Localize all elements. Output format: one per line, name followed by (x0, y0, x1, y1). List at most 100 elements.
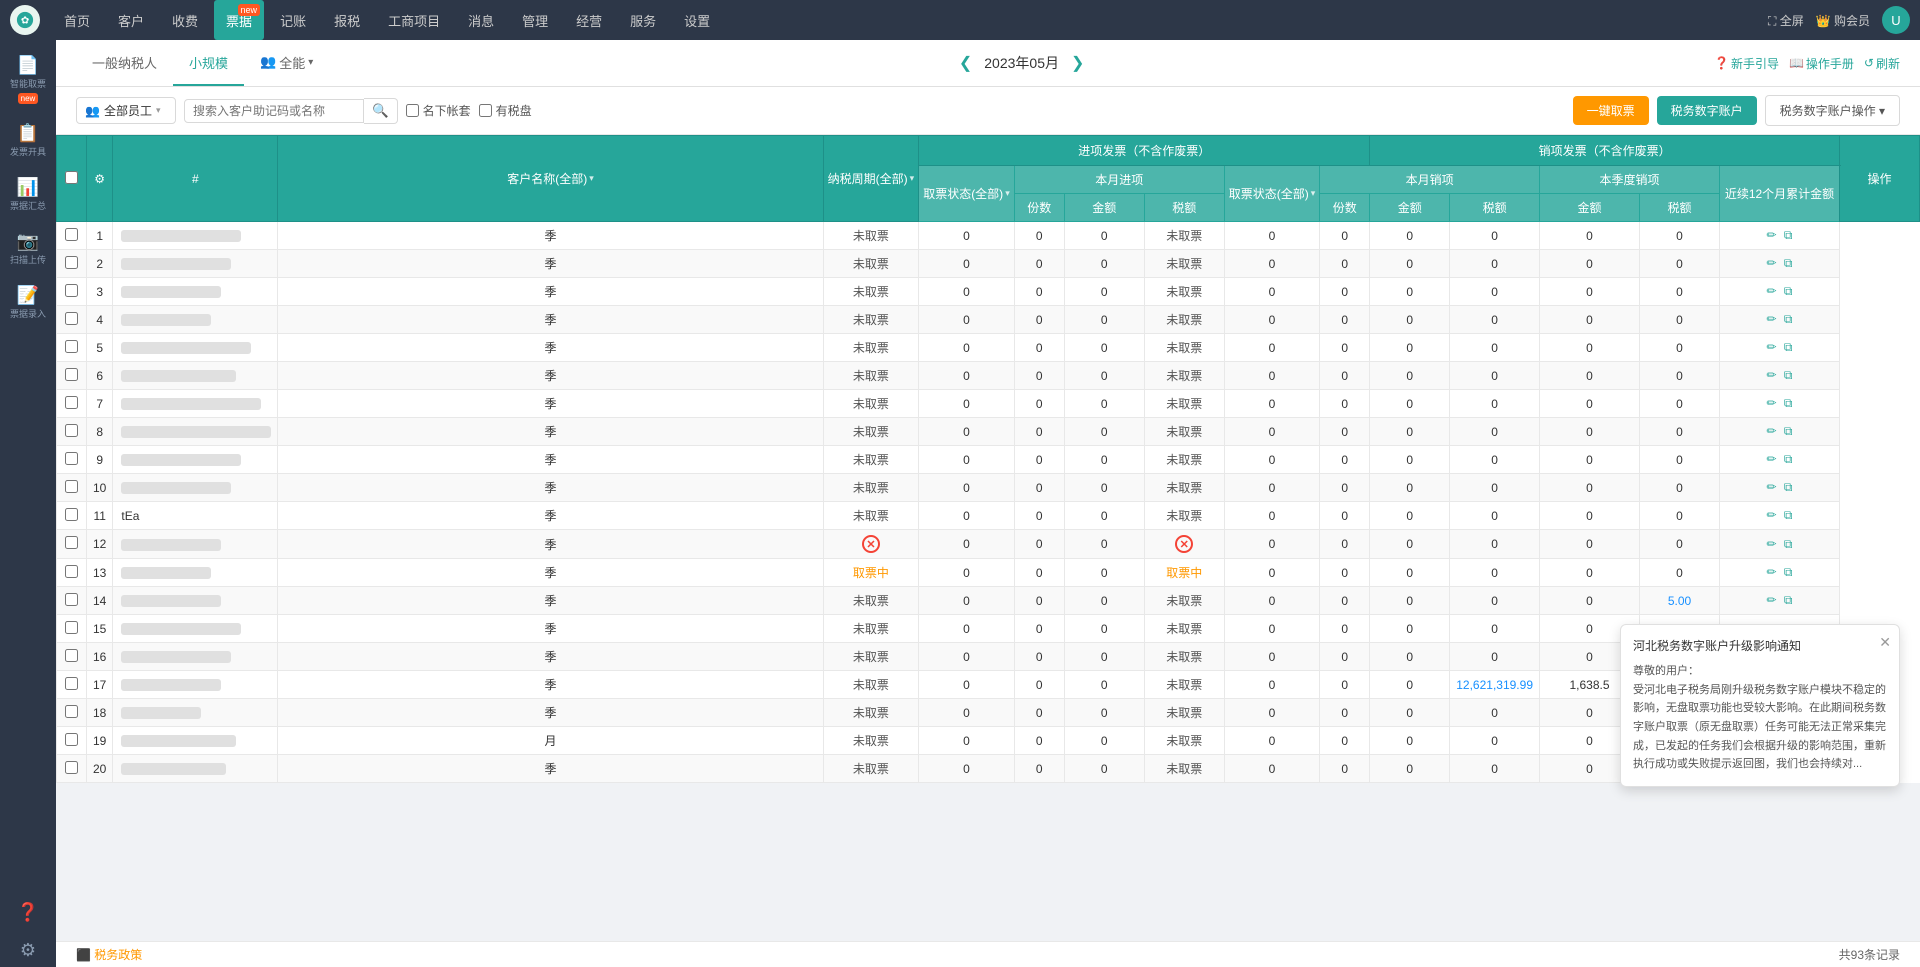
row-client-name[interactable] (113, 530, 278, 559)
tab-small-scale[interactable]: 小规模 (173, 40, 244, 86)
nav-client[interactable]: 客户 (106, 0, 156, 40)
copy-icon[interactable]: ⧉ (1784, 593, 1793, 607)
copy-icon[interactable]: ⧉ (1784, 424, 1793, 438)
checkbox-taxdisk[interactable]: 有税盘 (479, 102, 532, 119)
copy-icon[interactable]: ⧉ (1784, 284, 1793, 298)
search-button[interactable]: 🔍 (364, 98, 398, 124)
date-next-button[interactable]: ❯ (1071, 53, 1084, 73)
row-checkbox[interactable] (57, 559, 87, 587)
nav-tax[interactable]: 报税 (322, 0, 372, 40)
sidebar-item-help[interactable]: ❓ (0, 895, 56, 929)
row-checkbox-input[interactable] (65, 565, 78, 578)
date-prev-button[interactable]: ❮ (959, 53, 972, 73)
row-checkbox[interactable] (57, 446, 87, 474)
tax-policy-link[interactable]: ⬛ 税务政策 (76, 946, 142, 963)
nav-fee[interactable]: 收费 (160, 0, 210, 40)
row-checkbox[interactable] (57, 418, 87, 446)
row-client-name[interactable] (113, 559, 278, 587)
nav-settings[interactable]: 设置 (672, 0, 722, 40)
row-checkbox[interactable] (57, 334, 87, 362)
edit-icon[interactable]: ✏ (1767, 340, 1777, 354)
nav-business[interactable]: 工商项目 (376, 0, 452, 40)
row-checkbox[interactable] (57, 755, 87, 783)
edit-icon[interactable]: ✏ (1767, 284, 1777, 298)
row-checkbox-input[interactable] (65, 761, 78, 774)
avatar[interactable]: U (1882, 6, 1910, 34)
sidebar-item-settings[interactable]: ⚙ (0, 933, 56, 967)
row-checkbox-input[interactable] (65, 705, 78, 718)
row-checkbox-input[interactable] (65, 621, 78, 634)
row-client-name[interactable] (113, 755, 278, 783)
row-checkbox-input[interactable] (65, 593, 78, 606)
nav-home[interactable]: 首页 (52, 0, 102, 40)
edit-icon[interactable]: ✏ (1767, 228, 1777, 242)
row-client-name[interactable] (113, 334, 278, 362)
row-client-name[interactable] (113, 418, 278, 446)
row-checkbox[interactable] (57, 727, 87, 755)
row-checkbox[interactable] (57, 699, 87, 727)
tab-general-taxpayer[interactable]: 一般纳税人 (76, 40, 173, 86)
manual-link[interactable]: 📖 操作手册 (1789, 55, 1854, 72)
nav-service[interactable]: 服务 (618, 0, 668, 40)
copy-icon[interactable]: ⧉ (1784, 368, 1793, 382)
select-all-checkbox[interactable] (65, 171, 78, 184)
row-checkbox[interactable] (57, 390, 87, 418)
row-checkbox-input[interactable] (65, 228, 78, 241)
edit-icon[interactable]: ✏ (1767, 565, 1777, 579)
sidebar-item-entry[interactable]: 📝 票据录入 (0, 278, 56, 328)
edit-icon[interactable]: ✏ (1767, 480, 1777, 494)
row-checkbox-input[interactable] (65, 508, 78, 521)
row-checkbox-input[interactable] (65, 733, 78, 746)
fullscreen-link[interactable]: ⛶ 全屏 (1768, 12, 1804, 29)
member-link[interactable]: 👑 购会员 (1816, 12, 1870, 29)
copy-icon[interactable]: ⧉ (1784, 396, 1793, 410)
row-checkbox-input[interactable] (65, 368, 78, 381)
copy-icon[interactable]: ⧉ (1784, 537, 1793, 551)
row-checkbox-input[interactable] (65, 649, 78, 662)
row-checkbox[interactable] (57, 643, 87, 671)
checkbox-subaccount-input[interactable] (406, 104, 419, 117)
row-checkbox-input[interactable] (65, 396, 78, 409)
row-client-name[interactable] (113, 643, 278, 671)
sidebar-item-smart-ticket[interactable]: 📄 智能取票 new (0, 48, 56, 112)
row-checkbox[interactable] (57, 671, 87, 699)
edit-icon[interactable]: ✏ (1767, 452, 1777, 466)
row-client-name[interactable] (113, 615, 278, 643)
new-guide-link[interactable]: ❓ 新手引导 (1714, 55, 1779, 72)
row-client-name[interactable] (113, 671, 278, 699)
row-checkbox[interactable] (57, 502, 87, 530)
row-checkbox[interactable] (57, 530, 87, 559)
row-checkbox-input[interactable] (65, 424, 78, 437)
edit-icon[interactable]: ✏ (1767, 424, 1777, 438)
checkbox-subaccount[interactable]: 名下帐套 (406, 102, 471, 119)
tab-all[interactable]: 👥 全能 ▾ (244, 40, 329, 86)
row-client-name[interactable]: tEa (113, 502, 278, 530)
edit-icon[interactable]: ✏ (1767, 256, 1777, 270)
copy-icon[interactable]: ⧉ (1784, 340, 1793, 354)
notification-close-button[interactable]: ✕ (1879, 631, 1891, 653)
employee-select[interactable]: 👥 全部员工 ▾ (76, 97, 176, 124)
nav-ticket[interactable]: 票据 new (214, 0, 264, 40)
edit-icon[interactable]: ✏ (1767, 368, 1777, 382)
row-checkbox[interactable] (57, 587, 87, 615)
row-checkbox[interactable] (57, 306, 87, 334)
row-checkbox-input[interactable] (65, 312, 78, 325)
row-checkbox[interactable] (57, 362, 87, 390)
row-client-name[interactable] (113, 362, 278, 390)
edit-icon[interactable]: ✏ (1767, 593, 1777, 607)
sidebar-item-scan[interactable]: 📷 扫描上传 (0, 224, 56, 274)
row-checkbox-input[interactable] (65, 677, 78, 690)
copy-icon[interactable]: ⧉ (1784, 480, 1793, 494)
row-checkbox-input[interactable] (65, 284, 78, 297)
copy-icon[interactable]: ⧉ (1784, 565, 1793, 579)
tax-ops-button[interactable]: 税务数字账户操作 ▾ (1765, 95, 1900, 126)
row-client-name[interactable] (113, 306, 278, 334)
row-client-name[interactable] (113, 446, 278, 474)
sidebar-item-invoice[interactable]: 📋 发票开具 (0, 116, 56, 166)
row-checkbox-input[interactable] (65, 452, 78, 465)
edit-icon[interactable]: ✏ (1767, 537, 1777, 551)
edit-icon[interactable]: ✏ (1767, 508, 1777, 522)
row-client-name[interactable] (113, 250, 278, 278)
search-input[interactable] (184, 99, 364, 123)
edit-icon[interactable]: ✏ (1767, 312, 1777, 326)
